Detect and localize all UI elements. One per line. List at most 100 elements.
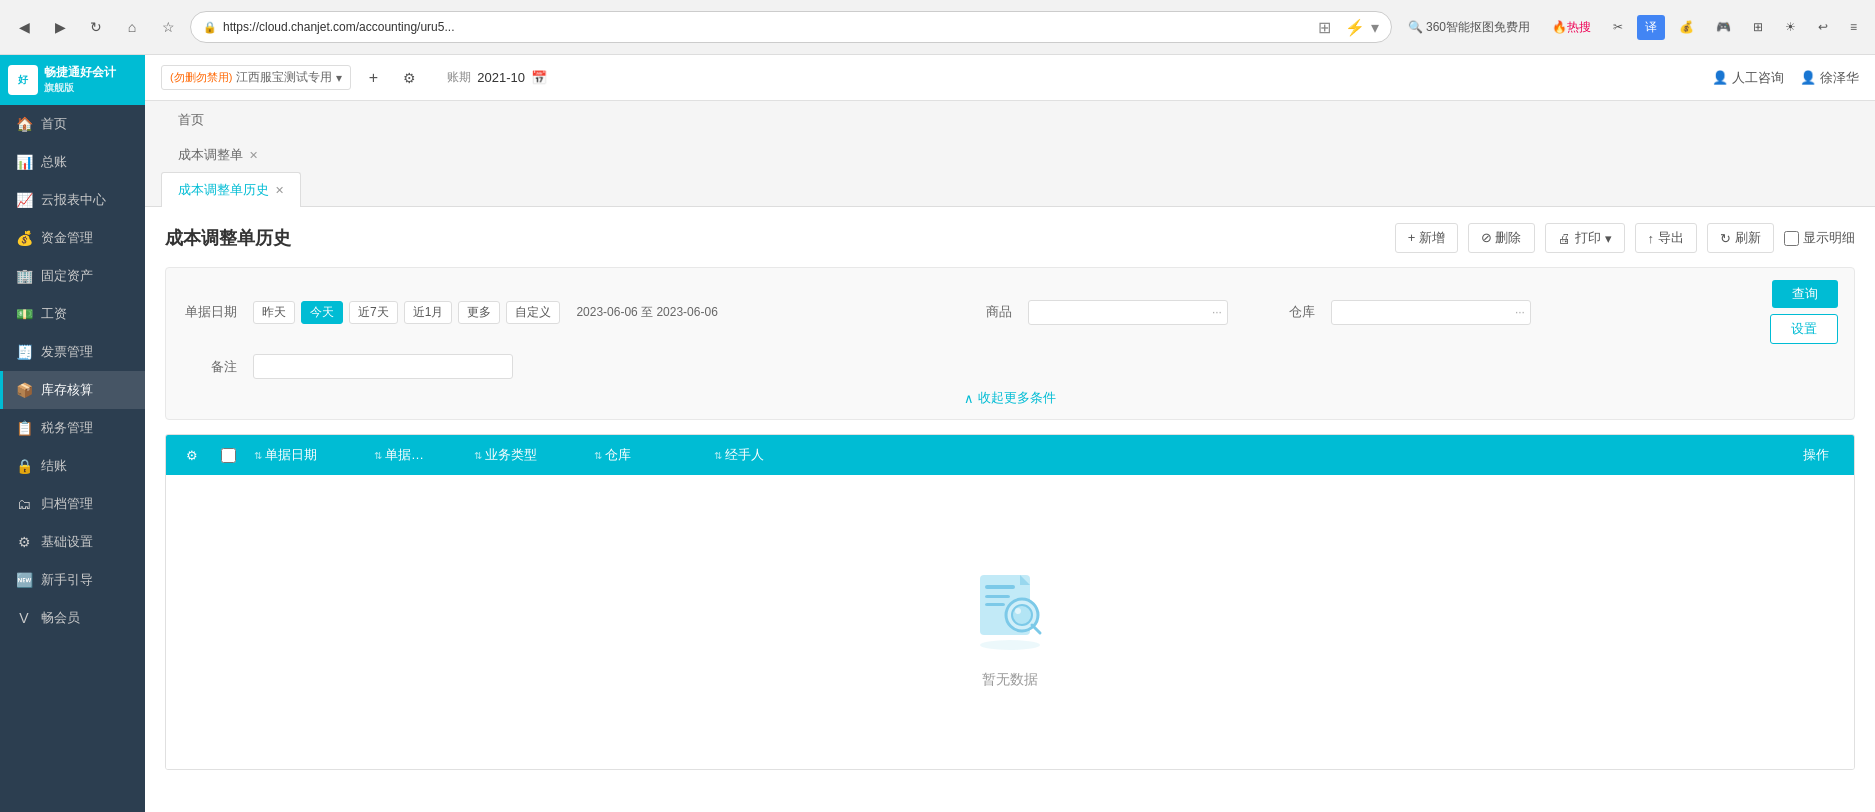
tab-cost-adjust-history[interactable]: 成本调整单历史✕ bbox=[161, 172, 301, 207]
tab-cost-adjust[interactable]: 成本调整单 ✕ bbox=[161, 137, 301, 172]
address-bar[interactable]: 🔒 https://cloud.chanjet.com/accounting/u… bbox=[190, 11, 1392, 43]
warehouse-select-wrap[interactable] bbox=[1331, 300, 1531, 325]
scissors-btn[interactable]: ✂ bbox=[1605, 16, 1631, 38]
tab-container: 首页成本调整单✕成本调整单历史✕ bbox=[161, 101, 303, 206]
wallet-btn[interactable]: 💰 bbox=[1671, 16, 1702, 38]
menu-btn[interactable]: ≡ bbox=[1842, 16, 1865, 38]
svg-line-8 bbox=[1032, 625, 1040, 633]
sidebar-item-reports[interactable]: 📈云报表中心 bbox=[0, 181, 145, 219]
top-bar-left: (勿删勿禁用) 江西服宝测试专用 ▾ + ⚙ 账期 2021-10 📅 bbox=[161, 64, 1712, 92]
date-quick-btn-更多[interactable]: 更多 bbox=[458, 301, 500, 324]
warehouse-input[interactable] bbox=[1331, 300, 1531, 325]
delete-btn[interactable]: ⊘ 删除 bbox=[1468, 223, 1535, 253]
sidebar-item-tax[interactable]: 📋税务管理 bbox=[0, 409, 145, 447]
back-button[interactable]: ◀ bbox=[10, 13, 38, 41]
company-selector[interactable]: (勿删勿禁用) 江西服宝测试专用 ▾ bbox=[161, 65, 351, 90]
logo-text: 畅捷通好会计 bbox=[44, 65, 116, 81]
refresh-button[interactable]: ↻ bbox=[82, 13, 110, 41]
display-toggle[interactable]: 显示明细 bbox=[1784, 229, 1855, 247]
headset-icon: 👤 bbox=[1712, 70, 1728, 85]
svg-point-0 bbox=[980, 640, 1040, 650]
date-quick-btn-近7天[interactable]: 近7天 bbox=[349, 301, 398, 324]
sidebar-item-archive[interactable]: 🗂归档管理 bbox=[0, 485, 145, 523]
tab-home[interactable]: 首页 bbox=[161, 102, 301, 137]
sidebar-icon-settings: ⚙ bbox=[15, 534, 33, 550]
table-settings-icon[interactable]: ⚙ bbox=[174, 448, 210, 463]
select-all-checkbox[interactable] bbox=[221, 448, 236, 463]
new-btn[interactable]: + 新增 bbox=[1395, 223, 1458, 253]
sort-icon-biz: ⇅ bbox=[474, 450, 482, 461]
accounting-period: 账期 2021-10 📅 bbox=[447, 69, 547, 86]
sidebar-label-home: 首页 bbox=[41, 115, 67, 133]
collapse-btn[interactable]: ∧ 收起更多条件 bbox=[964, 389, 1056, 407]
goods-select-wrap[interactable] bbox=[1028, 300, 1228, 325]
query-btn[interactable]: 查询 bbox=[1772, 280, 1838, 308]
table-col-warehouse[interactable]: ⇅ 仓库 bbox=[586, 446, 706, 464]
date-quick-btn-自定义[interactable]: 自定义 bbox=[506, 301, 560, 324]
print-btn[interactable]: 🖨 🖨 打印 打印 ▾ bbox=[1545, 223, 1625, 253]
goods-input[interactable] bbox=[1028, 300, 1228, 325]
user-name: 徐泽华 bbox=[1820, 69, 1859, 87]
sidebar-item-ledger[interactable]: 📊总账 bbox=[0, 143, 145, 181]
sidebar-item-inventory[interactable]: 📦库存核算 bbox=[0, 371, 145, 409]
top-bar: (勿删勿禁用) 江西服宝测试专用 ▾ + ⚙ 账期 2021-10 📅 👤 人工… bbox=[145, 55, 1875, 101]
table-select-all[interactable] bbox=[210, 448, 246, 463]
sidebar-icon-membership: V bbox=[15, 610, 33, 626]
date-quick-btn-昨天[interactable]: 昨天 bbox=[253, 301, 295, 324]
tab-label-cost-adjust: 成本调整单 bbox=[178, 147, 243, 162]
page-title: 成本调整单历史 bbox=[165, 226, 291, 250]
date-quick-btn-今天[interactable]: 今天 bbox=[301, 301, 343, 324]
print-icon: 🖨 bbox=[1558, 231, 1571, 246]
translate-btn[interactable]: 译 bbox=[1637, 15, 1665, 40]
game-btn[interactable]: 🎮 bbox=[1708, 16, 1739, 38]
display-toggle-checkbox[interactable] bbox=[1784, 231, 1799, 246]
sidebar-item-guide[interactable]: 🆕新手引导 bbox=[0, 561, 145, 599]
sidebar-icon-archive: 🗂 bbox=[15, 496, 33, 512]
export-btn[interactable]: ↑ 导出 bbox=[1635, 223, 1698, 253]
add-tab-btn[interactable]: + bbox=[359, 64, 387, 92]
svg-point-7 bbox=[1015, 608, 1021, 614]
home-button[interactable]: ⌂ bbox=[118, 13, 146, 41]
sidebar: 好 畅捷通好会计 旗舰版 🏠首页📊总账📈云报表中心💰资金管理🏢固定资产💵工资🧾发… bbox=[0, 55, 145, 812]
undo-btn[interactable]: ↩ bbox=[1810, 16, 1836, 38]
tab-close-cost-adjust-history[interactable]: ✕ bbox=[275, 184, 284, 196]
sidebar-icon-ledger: 📊 bbox=[15, 154, 33, 170]
hot-search-btn[interactable]: 🔥热搜 bbox=[1544, 15, 1599, 40]
sidebar-item-home[interactable]: 🏠首页 bbox=[0, 105, 145, 143]
sidebar-icon-tax: 📋 bbox=[15, 420, 33, 436]
table-col-voucher[interactable]: ⇅ 单据… bbox=[366, 446, 466, 464]
empty-state: 暂无数据 bbox=[166, 475, 1854, 769]
sidebar-item-closing[interactable]: 🔒结账 bbox=[0, 447, 145, 485]
svg-point-6 bbox=[1012, 605, 1032, 625]
sidebar-item-invoice[interactable]: 🧾发票管理 bbox=[0, 333, 145, 371]
table-col-manager[interactable]: ⇅ 经手人 bbox=[706, 446, 826, 464]
table-col-date[interactable]: ⇅ 单据日期 bbox=[246, 446, 366, 464]
user-avatar-icon: 👤 bbox=[1800, 70, 1816, 85]
sidebar-label-closing: 结账 bbox=[41, 457, 67, 475]
sidebar-item-salary[interactable]: 💵工资 bbox=[0, 295, 145, 333]
sidebar-item-membership[interactable]: V畅会员 bbox=[0, 599, 145, 637]
consult-btn[interactable]: 👤 人工咨询 bbox=[1712, 69, 1784, 87]
sidebar-item-settings[interactable]: ⚙基础设置 bbox=[0, 523, 145, 561]
refresh-btn[interactable]: ↻ 刷新 bbox=[1707, 223, 1774, 253]
page-area: 成本调整单历史 + 新增 ⊘ 删除 🖨 🖨 打印 打印 ▾ ↑ 导出 bbox=[145, 207, 1875, 812]
grid-apps-btn[interactable]: ⊞ bbox=[1745, 16, 1771, 38]
svg-rect-4 bbox=[985, 603, 1005, 606]
settings-shortcut-btn[interactable]: ⚙ bbox=[395, 64, 423, 92]
sidebar-item-fixed-assets[interactable]: 🏢固定资产 bbox=[0, 257, 145, 295]
remark-input[interactable] bbox=[253, 354, 513, 379]
table-col-business-type[interactable]: ⇅ 业务类型 bbox=[466, 446, 586, 464]
star-button[interactable]: ☆ bbox=[154, 13, 182, 41]
set-btn[interactable]: 设置 bbox=[1770, 314, 1838, 344]
sort-icon-wh: ⇅ bbox=[594, 450, 602, 461]
date-quick-btn-近1月[interactable]: 近1月 bbox=[404, 301, 453, 324]
forward-button[interactable]: ▶ bbox=[46, 13, 74, 41]
sidebar-logo: 好 畅捷通好会计 旗舰版 bbox=[0, 55, 145, 105]
sort-icon-mgr: ⇅ bbox=[714, 450, 722, 461]
user-menu[interactable]: 👤 徐泽华 bbox=[1800, 69, 1859, 87]
search-tool[interactable]: 🔍 360智能抠图免费用 bbox=[1400, 15, 1538, 40]
brightness-btn[interactable]: ☀ bbox=[1777, 16, 1804, 38]
sidebar-item-funds[interactable]: 💰资金管理 bbox=[0, 219, 145, 257]
tab-close-cost-adjust[interactable]: ✕ bbox=[249, 149, 258, 161]
sidebar-icon-fixed-assets: 🏢 bbox=[15, 268, 33, 284]
